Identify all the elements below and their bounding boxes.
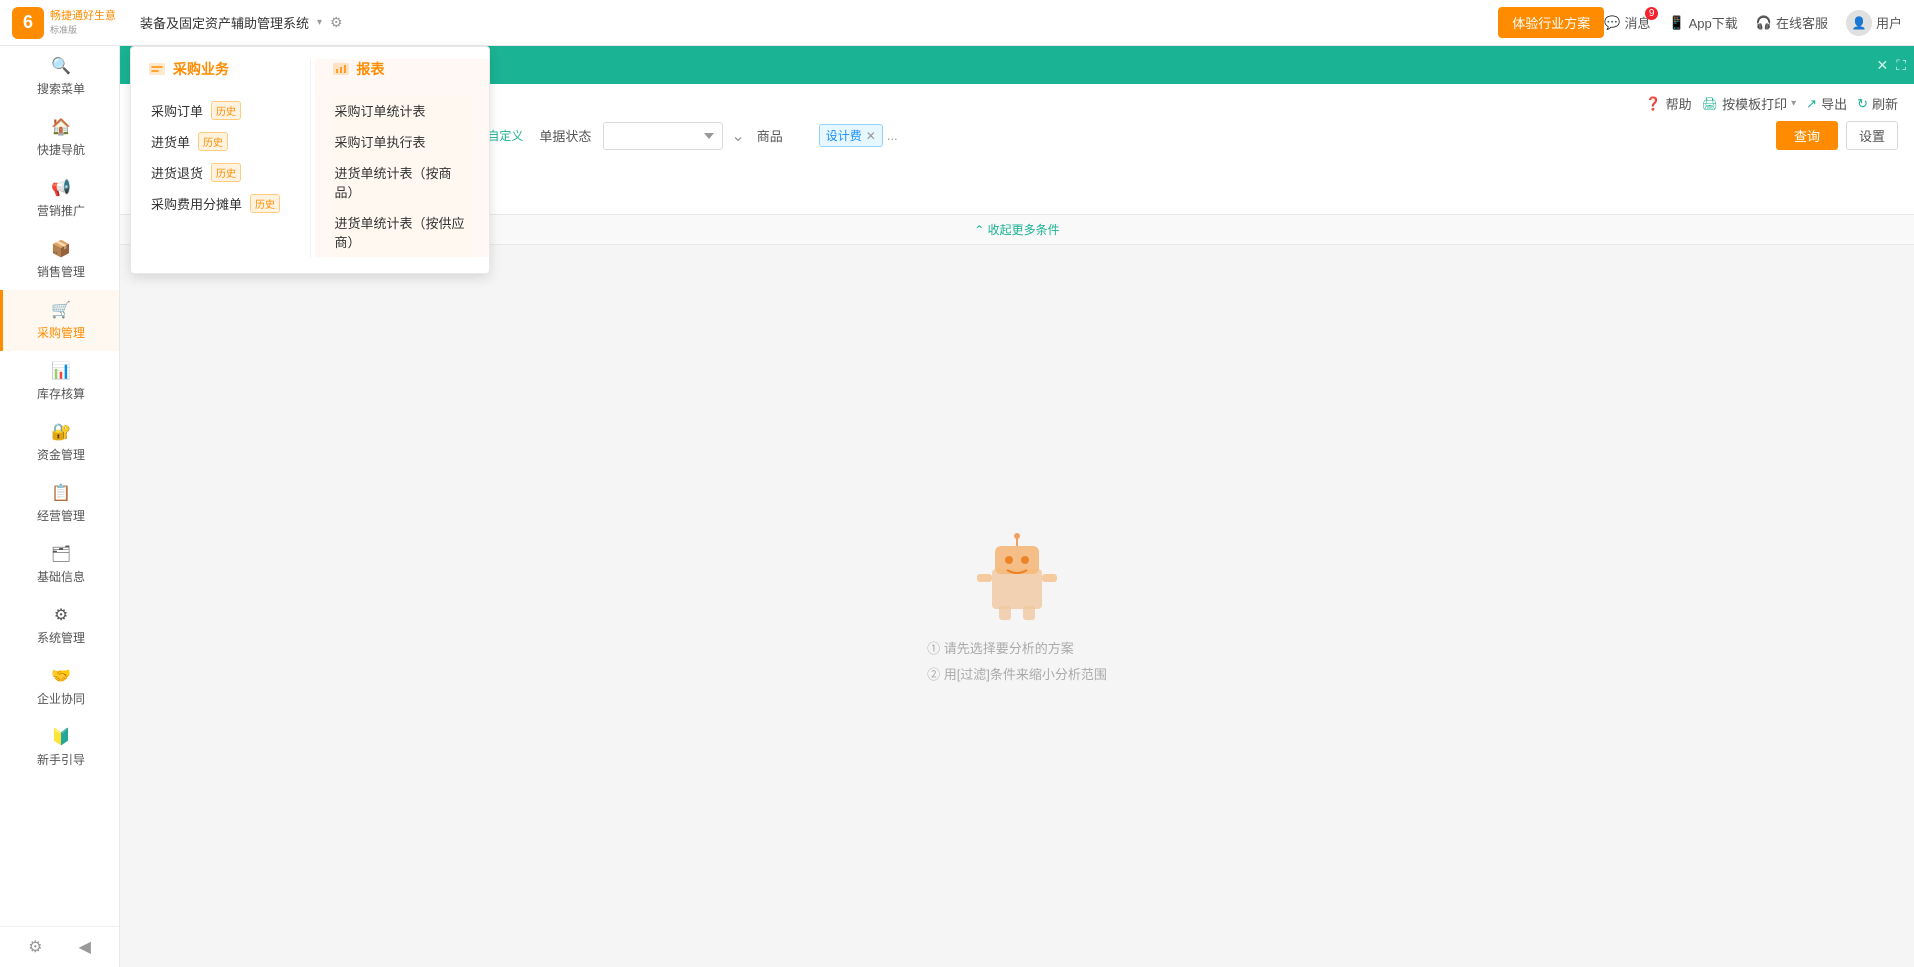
system-name: 装备及固定资产辅助管理系统 [140,13,309,32]
doc-status-label: 单据状态 [539,126,591,145]
sidebar-item-purchase[interactable]: 🛒 采购管理 [0,290,119,351]
report-section-icon [331,59,351,79]
purchase-section-title: 采购业务 [147,59,290,85]
online-service-button[interactable]: 🎧 在线客服 [1756,13,1828,32]
cooperation-icon: 🤝 [51,666,71,686]
dropdown-item-purchase-expense[interactable]: 采购费用分摊单 历史 [147,188,290,219]
sidebar-item-cooperation[interactable]: 🤝 企业协同 [0,656,119,717]
chevron-down-icon[interactable]: ▾ [317,17,322,28]
dropdown-item-inbound[interactable]: 进货单 历史 [147,126,290,157]
gear-icon[interactable]: ⚙ [330,14,343,31]
empty-illustration [957,524,1077,624]
message-badge: 9 [1645,7,1659,20]
sidebar-item-inventory[interactable]: 📊 库存核算 [0,351,119,412]
empty-state: ① 请先选择要分析的方案 ② 用[过滤]条件来缩小分析范围 [120,245,1914,967]
basic-info-icon: 🗂 [51,544,71,564]
sidebar-item-system[interactable]: ⚙ 系统管理 [0,595,119,656]
message-icon: 💬 [1604,15,1620,31]
fullscreen-icon[interactable]: ⛶ [1896,57,1906,74]
sidebar-item-operations[interactable]: 📋 经营管理 [0,473,119,534]
logo-area: 6 畅捷通好生意 标准版 [12,7,132,39]
history-badge-0: 历史 [211,101,241,120]
top-bar: 6 畅捷通好生意 标准版 装备及固定资产辅助管理系统 ▾ ⚙ 体验行业方案 💬 … [0,0,1914,46]
dropdown-item-inbound-stat-supplier[interactable]: 进货单统计表（按供应商） [331,207,474,257]
print-chevron-icon: ▾ [1791,98,1796,109]
system-icon: ⚙ [54,605,68,625]
dropdown-purchase-col: 采购业务 采购订单 历史 进货单 历史 进货退货 历史 采购费用分摊单 历史 [131,59,306,257]
sidebar-item-finance[interactable]: 🔐 资金管理 [0,412,119,473]
dropdown-divider [310,59,311,257]
dropdown-item-inbound-stat-goods[interactable]: 进货单统计表（按商品） [331,157,474,207]
purchase-section-icon [147,59,167,79]
query-button[interactable]: 查询 [1776,121,1838,150]
goods-ellipsis[interactable]: ... [887,128,898,143]
sales-icon: 📦 [51,239,71,259]
operations-icon: 📋 [51,483,71,503]
toolbar-right: ❓ 帮助 🖨 按模板打印 ▾ ↗ 导出 ↻ 刷新 [1645,94,1898,113]
sidebar-item-marketing[interactable]: 📢 营销推广 [0,168,119,229]
history-badge-1: 历史 [198,132,228,151]
export-button[interactable]: ↗ 导出 [1806,94,1847,113]
message-button[interactable]: 💬 消息 9 [1604,13,1650,32]
tab-controls: ✕ ⛶ [1876,57,1906,74]
logo-icon: 6 [12,7,44,39]
dropdown-menu: 采购业务 采购订单 历史 进货单 历史 进货退货 历史 采购费用分摊单 历史 [130,46,490,274]
app-download-button[interactable]: 📱 App下载 [1668,13,1737,32]
question-icon: ❓ [1645,96,1661,112]
dropdown-columns: 采购业务 采购订单 历史 进货单 历史 进货退货 历史 采购费用分摊单 历史 [131,59,489,257]
doc-status-select[interactable] [603,122,723,150]
dropdown-item-purchase-order-stat[interactable]: 采购订单统计表 [331,95,474,126]
headset-icon: 🎧 [1756,15,1772,31]
user-button[interactable]: 👤 用户 [1846,10,1902,36]
logo-text: 畅捷通好生意 标准版 [50,9,116,36]
dropdown-report-col: 报表 采购订单统计表 采购订单执行表 进货单统计表（按商品） 进货单统计表（按供… [315,59,490,257]
sidebar-item-quick-nav[interactable]: 🏠 快捷导航 [0,107,119,168]
inventory-icon: 📊 [51,361,71,381]
avatar: 👤 [1846,10,1872,36]
goods-tag: 设计费 ✕ [819,124,883,147]
refresh-button[interactable]: ↻ 刷新 [1857,94,1898,113]
goods-label: 商品 [757,126,807,145]
settings-button[interactable]: 设置 [1846,121,1898,150]
close-window-icon[interactable]: ✕ [1876,57,1888,74]
history-badge-3: 历史 [250,194,280,213]
industry-button[interactable]: 体验行业方案 [1498,7,1604,38]
sidebar-bottom: ⚙ ◀ [0,926,119,967]
sidebar-item-basic-info[interactable]: 🗂 基础信息 [0,534,119,595]
sidebar: 🔍 搜索菜单 🏠 快捷导航 📢 营销推广 📦 销售管理 🛒 采购管理 📊 库存核… [0,46,120,967]
report-section-title: 报表 [331,59,474,85]
history-badge-2: 历史 [211,163,241,182]
refresh-icon: ↻ [1857,96,1868,112]
doc-status-group: ⌄ [603,122,744,150]
top-right-area: 💬 消息 9 📱 App下载 🎧 在线客服 👤 用户 [1604,10,1902,36]
marketing-icon: 📢 [51,178,71,198]
purchase-icon: 🛒 [51,300,71,320]
dropdown-item-inbound-return[interactable]: 进货退货 历史 [147,157,290,188]
finance-icon: 🔐 [51,422,71,442]
print-button[interactable]: 🖨 按模板打印 ▾ [1702,94,1797,113]
query-buttons: 查询 设置 [1776,121,1898,150]
home-icon: 🏠 [51,117,71,137]
doc-status-expand-icon[interactable]: ⌄ [731,126,744,146]
sidebar-item-search[interactable]: 🔍 搜索菜单 [0,46,119,107]
search-icon: 🔍 [51,56,71,76]
sidebar-item-sales[interactable]: 📦 销售管理 [0,229,119,290]
empty-tips: ① 请先选择要分析的方案 ② 用[过滤]条件来缩小分析范围 [927,636,1107,688]
system-title: 装备及固定资产辅助管理系统 ▾ ⚙ [140,13,1498,32]
dropdown-item-purchase-order[interactable]: 采购订单 历史 [147,95,290,126]
goods-group: 设计费 ✕ ... [819,124,898,147]
sidebar-settings-button[interactable]: ⚙ [28,937,42,957]
guide-icon: 🔰 [51,727,71,747]
sidebar-collapse-button[interactable]: ◀ [79,937,91,957]
dropdown-item-purchase-order-exec[interactable]: 采购订单执行表 [331,126,474,157]
help-button[interactable]: ❓ 帮助 [1645,94,1691,113]
export-icon: ↗ [1806,96,1817,112]
sidebar-item-guide[interactable]: 🔰 新手引导 [0,717,119,778]
phone-icon: 📱 [1668,15,1684,31]
print-icon: 🖨 [1702,96,1719,112]
goods-tag-close[interactable]: ✕ [866,129,876,143]
